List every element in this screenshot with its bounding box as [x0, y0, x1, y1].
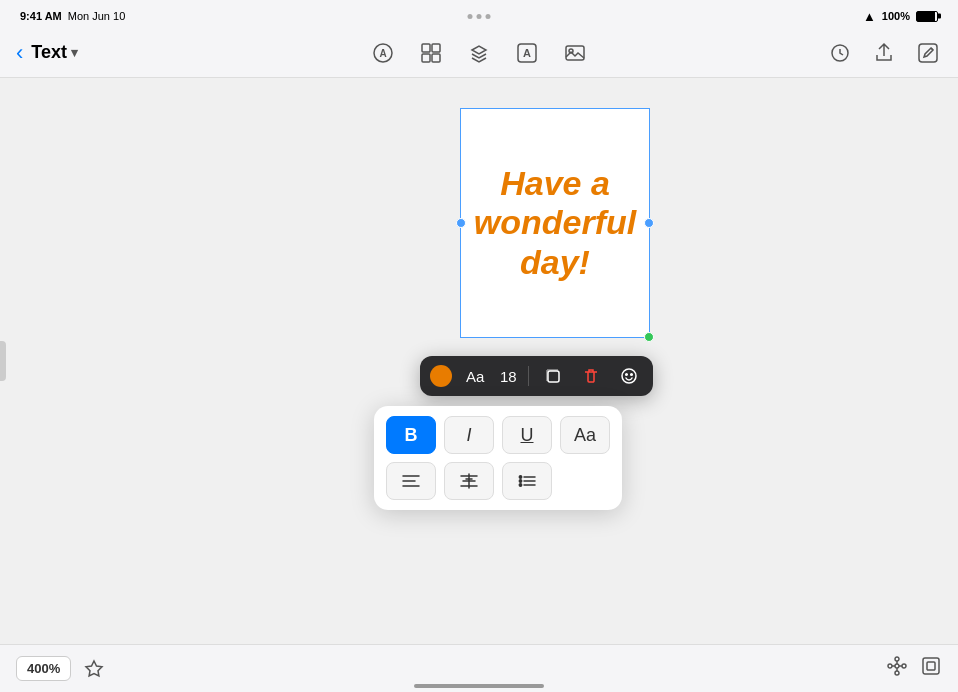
underline-label: U: [521, 425, 534, 446]
italic-label: I: [466, 425, 471, 446]
svg-point-31: [888, 664, 892, 668]
svg-point-32: [902, 664, 906, 668]
svg-point-15: [631, 374, 633, 376]
case-label: Aa: [574, 425, 596, 446]
text-box-content: Have a wonderful day!: [464, 154, 646, 291]
svg-rect-11: [919, 44, 937, 62]
emoji-button[interactable]: [615, 362, 643, 390]
layers-icon[interactable]: [465, 39, 493, 67]
resize-handle-right[interactable]: [644, 218, 654, 228]
svg-text:A: A: [523, 47, 531, 59]
underline-button[interactable]: U: [502, 416, 552, 454]
case-button[interactable]: Aa: [560, 416, 610, 454]
font-aa-button[interactable]: Aa: [462, 366, 488, 387]
battery-icon: [916, 11, 938, 22]
svg-text:A: A: [379, 48, 386, 59]
battery-percent: 100%: [882, 10, 910, 22]
bottom-right: [886, 655, 942, 682]
toolbar-center: A A: [369, 39, 589, 67]
duplicate-button[interactable]: [539, 362, 567, 390]
svg-rect-3: [432, 44, 440, 52]
annotate-icon[interactable]: A: [369, 39, 397, 67]
format-panel: B I U Aa: [374, 406, 622, 510]
text-format-icon[interactable]: A: [513, 39, 541, 67]
svg-point-14: [626, 374, 628, 376]
chevron-down-icon: ▾: [71, 45, 78, 60]
photo-icon[interactable]: [561, 39, 589, 67]
favorite-button[interactable]: [79, 654, 109, 684]
dot2: [477, 14, 482, 19]
toolbar-left: ‹ Text ▾: [16, 42, 78, 64]
delete-button[interactable]: [577, 362, 605, 390]
bold-label: B: [405, 425, 418, 446]
svg-rect-8: [566, 46, 584, 60]
format-row-2: [386, 462, 610, 500]
font-size-display: 18: [498, 368, 518, 385]
svg-rect-39: [923, 658, 939, 674]
svg-rect-2: [422, 44, 430, 52]
edit-icon[interactable]: [914, 39, 942, 67]
text-line3: day!: [520, 243, 590, 281]
separator1: [528, 366, 529, 386]
svg-point-29: [519, 484, 521, 486]
status-date: Mon Jun 10: [68, 10, 125, 22]
svg-point-33: [895, 657, 899, 661]
dot1: [468, 14, 473, 19]
home-bar: [414, 684, 544, 688]
back-button[interactable]: ‹: [16, 42, 23, 64]
svg-rect-5: [432, 54, 440, 62]
svg-point-30: [895, 664, 899, 668]
bold-button[interactable]: B: [386, 416, 436, 454]
format-row-1: B I U Aa: [386, 416, 610, 454]
svg-point-13: [622, 369, 636, 383]
font-aa-label: Aa: [466, 368, 484, 385]
toolbar-right: [826, 39, 942, 67]
status-right: ▲ 100%: [863, 9, 938, 24]
canvas-area: Have a wonderful day! Aa 18: [0, 78, 958, 644]
center-all-button[interactable]: [444, 462, 494, 500]
status-center: [468, 14, 491, 19]
float-toolbar: Aa 18: [420, 356, 653, 396]
zoom-badge[interactable]: 400%: [16, 656, 71, 681]
svg-rect-12: [548, 371, 559, 382]
dot3: [486, 14, 491, 19]
svg-rect-40: [927, 662, 935, 670]
italic-button[interactable]: I: [444, 416, 494, 454]
sidebar-handle[interactable]: [0, 341, 6, 381]
resize-handle-bottom-right[interactable]: [644, 332, 654, 342]
status-bar: 9:41 AM Mon Jun 10 ▲ 100%: [0, 0, 958, 28]
main-toolbar: ‹ Text ▾ A: [0, 28, 958, 78]
svg-point-34: [895, 671, 899, 675]
text-line1: Have a: [500, 164, 610, 202]
align-left-button[interactable]: [386, 462, 436, 500]
text-line2: wonderful: [474, 203, 636, 241]
list-button[interactable]: [502, 462, 552, 500]
title-dropdown[interactable]: Text ▾: [31, 42, 78, 63]
color-picker-button[interactable]: [430, 365, 452, 387]
status-time: 9:41 AM: [20, 10, 62, 22]
frame-icon[interactable]: [920, 655, 942, 682]
resize-handle-left[interactable]: [456, 218, 466, 228]
grid-icon[interactable]: [417, 39, 445, 67]
nodes-icon[interactable]: [886, 655, 908, 682]
svg-rect-4: [422, 54, 430, 62]
svg-point-28: [519, 480, 521, 482]
svg-point-27: [519, 476, 521, 478]
text-box[interactable]: Have a wonderful day!: [460, 108, 650, 338]
wifi-icon: ▲: [863, 9, 876, 24]
clock-icon[interactable]: [826, 39, 854, 67]
document-title: Text: [31, 42, 67, 63]
share-icon[interactable]: [870, 39, 898, 67]
